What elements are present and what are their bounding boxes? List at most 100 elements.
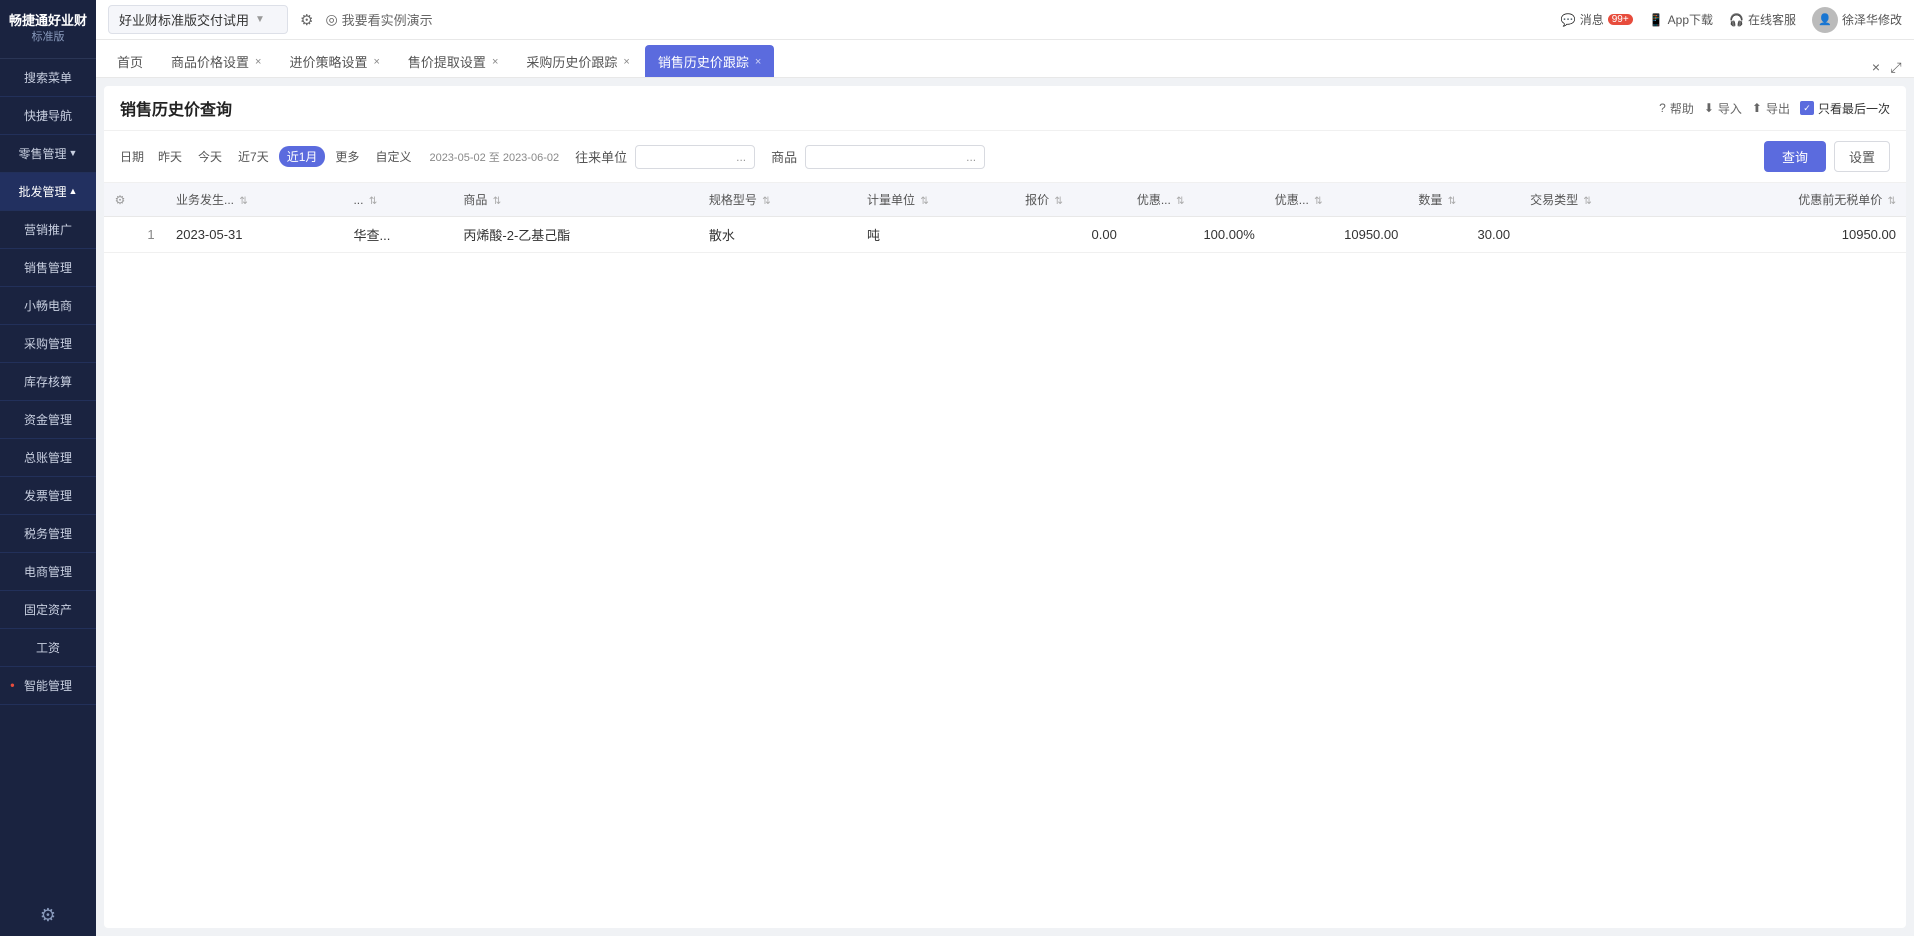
col-discount1[interactable]: 优惠... ⇅ xyxy=(1127,183,1265,217)
col-discount2[interactable]: 优惠... ⇅ xyxy=(1265,183,1409,217)
page-header-actions: ? 帮助 ⬇ 导入 ⬆ 导出 只看最后一次 xyxy=(1659,100,1890,117)
sidebar-item-smart[interactable]: 智能管理 xyxy=(0,667,96,705)
col-price[interactable]: 报价 ⇅ xyxy=(1015,183,1127,217)
demo-icon: ◎ xyxy=(325,11,337,28)
tab-price-settings[interactable]: 商品价格设置 × xyxy=(158,45,274,77)
sidebar-settings-icon[interactable]: ⚙ xyxy=(0,895,96,936)
col-business-date[interactable]: 业务发生... ⇅ xyxy=(166,183,343,217)
module-selector[interactable]: 好业财标准版交付试用 ▼ xyxy=(108,5,288,34)
date-option-today[interactable]: 今天 xyxy=(192,146,228,167)
online-service-button[interactable]: 🎧 在线客服 xyxy=(1729,11,1796,28)
col-spec[interactable]: 规格型号 ⇅ xyxy=(699,183,857,217)
sort-icon-pretax-price: ⇅ xyxy=(1888,196,1896,207)
chevron-up-icon: ▲ xyxy=(69,186,78,196)
expand-window-button[interactable]: ⤢ xyxy=(1886,57,1906,77)
tab-sale-extract-close[interactable]: × xyxy=(492,56,498,68)
sort-icon-quantity: ⇅ xyxy=(1448,196,1456,207)
sidebar-item-ecommerce[interactable]: 电商管理 xyxy=(0,553,96,591)
tab-purchase-history[interactable]: 采购历史价跟踪 × xyxy=(513,45,642,77)
only-last-checkbox[interactable]: 只看最后一次 xyxy=(1800,100,1890,117)
import-button[interactable]: ⬇ 导入 xyxy=(1704,100,1742,117)
filter-row: 日期 昨天 今天 近7天 近1月 更多 自定义 2023-05-02 至 202… xyxy=(104,131,1906,183)
cell-business-date: 2023-05-31 xyxy=(166,217,343,253)
sidebar-item-tax[interactable]: 税务管理 xyxy=(0,515,96,553)
sort-icon-transaction-type: ⇅ xyxy=(1583,196,1591,207)
user-menu[interactable]: 👤 徐泽华修改 xyxy=(1812,7,1902,33)
col-pretax-price[interactable]: 优惠前无税单价 ⇅ xyxy=(1678,183,1906,217)
tab-sale-extract[interactable]: 售价提取设置 × xyxy=(395,45,511,77)
help-button[interactable]: ? 帮助 xyxy=(1659,100,1694,117)
cell-gear xyxy=(104,217,136,253)
content-area: 销售历史价查询 ? 帮助 ⬇ 导入 ⬆ 导出 只看最后一次 xyxy=(104,86,1906,928)
settings-button[interactable]: 设置 xyxy=(1834,141,1890,172)
col-product[interactable]: 商品 ⇅ xyxy=(453,183,698,217)
cell-discount1: 100.00% xyxy=(1127,217,1265,253)
date-option-yesterday[interactable]: 昨天 xyxy=(152,146,188,167)
export-button[interactable]: ⬆ 导出 xyxy=(1752,100,1790,117)
sidebar-item-purchase[interactable]: 采购管理 xyxy=(0,325,96,363)
col-gear[interactable]: ⚙ xyxy=(104,183,136,217)
sidebar-item-ecommerce-small[interactable]: 小畅电商 xyxy=(0,287,96,325)
tabbar: 首页 商品价格设置 × 进价策略设置 × 售价提取设置 × 采购历史价跟踪 × … xyxy=(96,40,1914,78)
import-label: 导入 xyxy=(1718,100,1742,117)
sidebar-item-sales[interactable]: 销售管理 xyxy=(0,249,96,287)
query-button[interactable]: 查询 xyxy=(1764,141,1826,172)
checkbox-checked-icon xyxy=(1800,101,1814,115)
sidebar-item-inventory[interactable]: 库存核算 xyxy=(0,363,96,401)
app-version: 标准版 xyxy=(8,30,88,45)
date-option-custom[interactable]: 自定义 xyxy=(369,146,417,167)
tab-purchase-strategy-label: 进价策略设置 xyxy=(289,52,367,71)
demo-link[interactable]: ◎ 我要看实例演示 xyxy=(325,10,432,29)
date-range-text: 2023-05-02 至 2023-06-02 xyxy=(429,149,559,165)
source-filter-group: 往来单位 ... xyxy=(575,145,755,169)
col-unit[interactable]: 计量单位 ⇅ xyxy=(857,183,1015,217)
col-more1[interactable]: ... ⇅ xyxy=(343,183,453,217)
product-label: 商品 xyxy=(771,147,797,166)
tab-purchase-history-close[interactable]: × xyxy=(623,56,629,68)
tab-price-settings-close[interactable]: × xyxy=(255,56,261,68)
sidebar-item-wholesale[interactable]: 批发管理 ▲ xyxy=(0,173,96,211)
product-input[interactable]: ... xyxy=(805,145,985,169)
cell-pretax-price: 10950.00 xyxy=(1678,217,1906,253)
module-selector-arrow: ▼ xyxy=(255,14,265,25)
tab-home[interactable]: 首页 xyxy=(104,45,156,77)
col-transaction-type[interactable]: 交易类型 ⇅ xyxy=(1520,183,1678,217)
sort-icon-unit: ⇅ xyxy=(920,196,928,207)
sidebar-item-retail[interactable]: 零售管理 ▼ xyxy=(0,135,96,173)
tab-home-label: 首页 xyxy=(117,52,143,71)
sidebar: 畅捷通好业财 标准版 搜索菜单 快捷导航 零售管理 ▼ 批发管理 ▲ 营销推广 … xyxy=(0,0,96,936)
cell-num: 1 xyxy=(136,217,166,253)
app-download-button[interactable]: 📱 App下载 xyxy=(1649,11,1713,28)
sidebar-item-invoice[interactable]: 发票管理 xyxy=(0,477,96,515)
topbar: 好业财标准版交付试用 ▼ ⚙ ◎ 我要看实例演示 💬 消息 99+ 📱 App下… xyxy=(96,0,1914,40)
product-ellipsis-icon: ... xyxy=(966,150,976,164)
col-quantity[interactable]: 数量 ⇅ xyxy=(1408,183,1520,217)
date-option-more[interactable]: 更多 xyxy=(329,146,365,167)
sidebar-item-quicknav[interactable]: 快捷导航 xyxy=(0,97,96,135)
col-num xyxy=(136,183,166,217)
sidebar-item-search[interactable]: 搜索菜单 xyxy=(0,59,96,97)
date-option-last1m[interactable]: 近1月 xyxy=(279,146,326,167)
sidebar-item-salary[interactable]: 工资 xyxy=(0,629,96,667)
date-label: 日期 xyxy=(120,148,144,165)
sidebar-item-assets[interactable]: 固定资产 xyxy=(0,591,96,629)
window-controls: × ⤢ xyxy=(1866,57,1906,77)
source-input[interactable]: ... xyxy=(635,145,755,169)
date-option-last7[interactable]: 近7天 xyxy=(232,146,275,167)
tab-purchase-strategy-close[interactable]: × xyxy=(373,56,379,68)
tab-purchase-strategy[interactable]: 进价策略设置 × xyxy=(276,45,392,77)
sidebar-item-marketing[interactable]: 营销推广 xyxy=(0,211,96,249)
source-label: 往来单位 xyxy=(575,147,627,166)
import-icon: ⬇ xyxy=(1704,101,1714,115)
sidebar-item-ledger[interactable]: 总账管理 xyxy=(0,439,96,477)
tab-sales-history-close[interactable]: × xyxy=(755,56,761,68)
cell-product: 丙烯酸-2-乙基己酯 xyxy=(453,217,698,253)
tab-sales-history[interactable]: 销售历史价跟踪 × xyxy=(645,45,774,77)
cell-discount2: 10950.00 xyxy=(1265,217,1409,253)
topbar-settings-icon[interactable]: ⚙ xyxy=(300,11,313,29)
close-window-button[interactable]: × xyxy=(1866,57,1886,77)
sidebar-item-finance[interactable]: 资金管理 xyxy=(0,401,96,439)
cell-quantity: 30.00 xyxy=(1408,217,1520,253)
message-button[interactable]: 💬 消息 99+ xyxy=(1561,11,1633,28)
only-last-label: 只看最后一次 xyxy=(1818,100,1890,117)
